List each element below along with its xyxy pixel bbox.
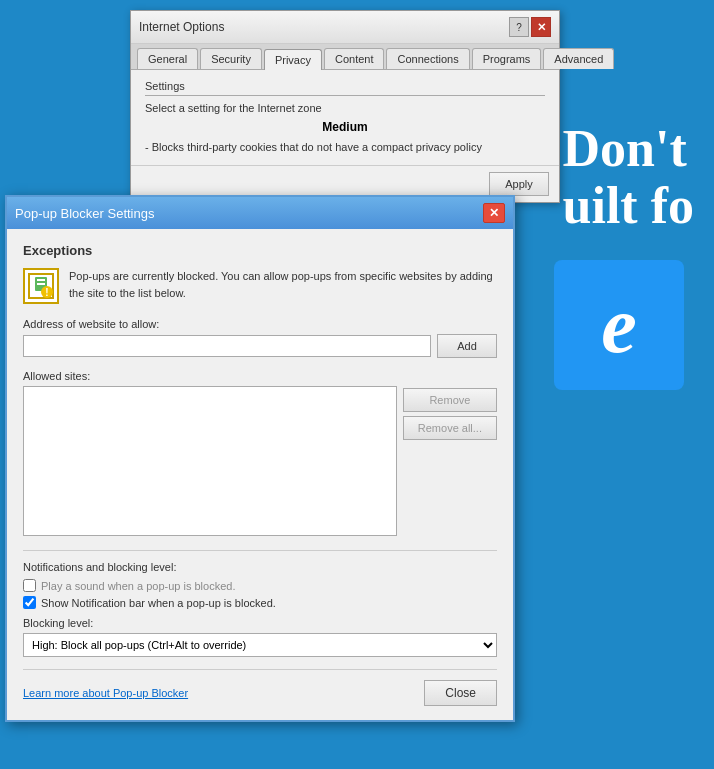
blocking-label: Blocking level: [23,617,497,629]
show-notification-checkbox[interactable] [23,596,36,609]
tab-advanced[interactable]: Advanced [543,48,614,69]
checkbox-row-2: Show Notification bar when a pop-up is b… [23,596,497,609]
internet-options-titlebar: Internet Options ? ✕ [131,11,559,44]
popup-blocker-title: Pop-up Blocker Settings [15,206,154,221]
info-text: Pop-ups are currently blocked. You can a… [69,268,497,301]
tabs-row: General Security Privacy Content Connect… [131,44,559,70]
io-close-button[interactable]: ✕ [531,17,551,37]
internet-options-title: Internet Options [139,20,224,34]
internet-options-dialog: Internet Options ? ✕ General Security Pr… [130,10,560,203]
tab-connections[interactable]: Connections [386,48,469,69]
learn-more-link[interactable]: Learn more about Pop-up Blocker [23,687,188,699]
svg-rect-2 [37,279,45,281]
warning-icon: ! [23,268,59,304]
show-notification-label: Show Notification bar when a pop-up is b… [41,597,276,609]
apply-button[interactable]: Apply [489,172,549,196]
bottom-row: Learn more about Pop-up Blocker Close [23,669,497,706]
svg-rect-3 [37,283,45,285]
tab-general[interactable]: General [137,48,198,69]
play-sound-label: Play a sound when a pop-up is blocked. [41,580,235,592]
tab-programs[interactable]: Programs [472,48,542,69]
notifications-section: Notifications and blocking level: Play a… [23,550,497,609]
exceptions-label: Exceptions [23,243,497,258]
side-buttons: Remove Remove all... [403,386,497,536]
svg-text:!: ! [45,287,48,298]
allowed-sites-list[interactable] [23,386,397,536]
ie-logo: e [554,260,684,390]
titlebar-buttons: ? ✕ [509,17,551,37]
remove-all-button[interactable]: Remove all... [403,416,497,440]
settings-detail: - Blocks third-party cookies that do not… [145,140,545,155]
tab-content[interactable]: Content [324,48,385,69]
settings-medium: Medium [145,120,545,134]
tab-privacy[interactable]: Privacy [264,49,322,70]
popup-blocker-titlebar: Pop-up Blocker Settings ✕ [7,197,513,229]
tab-security[interactable]: Security [200,48,262,69]
internet-options-content: Settings Select a setting for the Intern… [131,70,559,165]
address-label: Address of website to allow: [23,318,497,330]
popup-blocker-dialog: Pop-up Blocker Settings ✕ Exceptions ! P… [5,195,515,722]
allowed-area: Remove Remove all... [23,386,497,536]
address-row: Add [23,334,497,358]
info-box: ! Pop-ups are currently blocked. You can… [23,268,497,304]
play-sound-checkbox[interactable] [23,579,36,592]
allowed-label: Allowed sites: [23,370,497,382]
remove-button[interactable]: Remove [403,388,497,412]
notifications-label: Notifications and blocking level: [23,561,497,573]
blocking-level-select[interactable]: High: Block all pop-ups (Ctrl+Alt to ove… [23,633,497,657]
close-button[interactable]: Close [424,680,497,706]
popup-close-button[interactable]: ✕ [483,203,505,223]
help-button[interactable]: ? [509,17,529,37]
address-input[interactable] [23,335,431,357]
popup-blocker-content: Exceptions ! Pop-ups are currently block… [7,229,513,720]
settings-label: Settings [145,80,545,96]
add-button[interactable]: Add [437,334,497,358]
bg-text: Don't uilt fo [563,120,694,234]
settings-description: Select a setting for the Internet zone [145,102,545,114]
checkbox-row-1: Play a sound when a pop-up is blocked. [23,579,497,592]
